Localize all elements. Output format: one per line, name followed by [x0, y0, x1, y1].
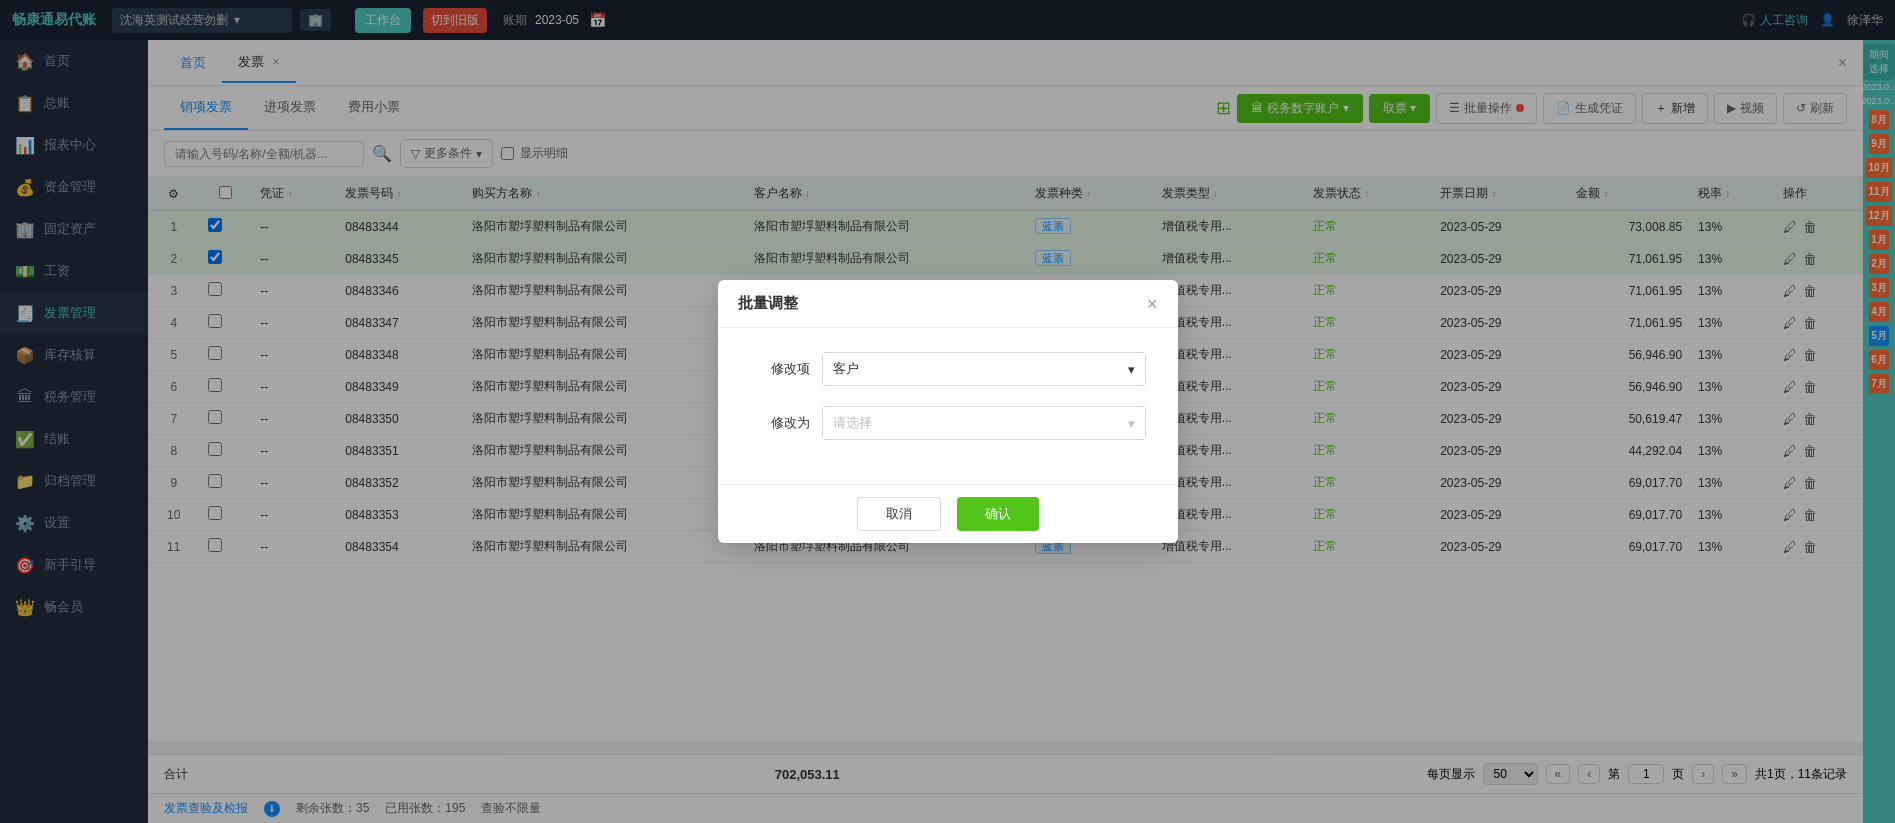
confirm-btn[interactable]: 确认: [957, 497, 1039, 531]
modify-field-label: 修改项: [750, 360, 810, 378]
modal-overlay[interactable]: 批量调整 × 修改项 客户 ▾ 修改为 请选择 ▾ 取消 确认: [0, 0, 1895, 823]
modify-to-label: 修改为: [750, 414, 810, 432]
modal-body: 修改项 客户 ▾ 修改为 请选择 ▾: [718, 328, 1178, 484]
modal-footer: 取消 确认: [718, 484, 1178, 543]
modify-field-select[interactable]: 客户 ▾: [822, 352, 1146, 386]
modify-to-row: 修改为 请选择 ▾: [750, 406, 1146, 440]
cancel-btn[interactable]: 取消: [857, 497, 941, 531]
chevron-down-icon-2: ▾: [1128, 416, 1135, 431]
modal-header: 批量调整 ×: [718, 280, 1178, 328]
modify-field-row: 修改项 客户 ▾: [750, 352, 1146, 386]
chevron-down-icon: ▾: [1128, 362, 1135, 377]
modify-to-placeholder: 请选择: [833, 414, 872, 432]
modify-field-value: 客户: [833, 360, 859, 378]
batch-adjust-modal: 批量调整 × 修改项 客户 ▾ 修改为 请选择 ▾ 取消 确认: [718, 280, 1178, 543]
modify-to-select[interactable]: 请选择 ▾: [822, 406, 1146, 440]
modal-close-btn[interactable]: ×: [1147, 295, 1158, 313]
modal-title: 批量调整: [738, 294, 798, 313]
